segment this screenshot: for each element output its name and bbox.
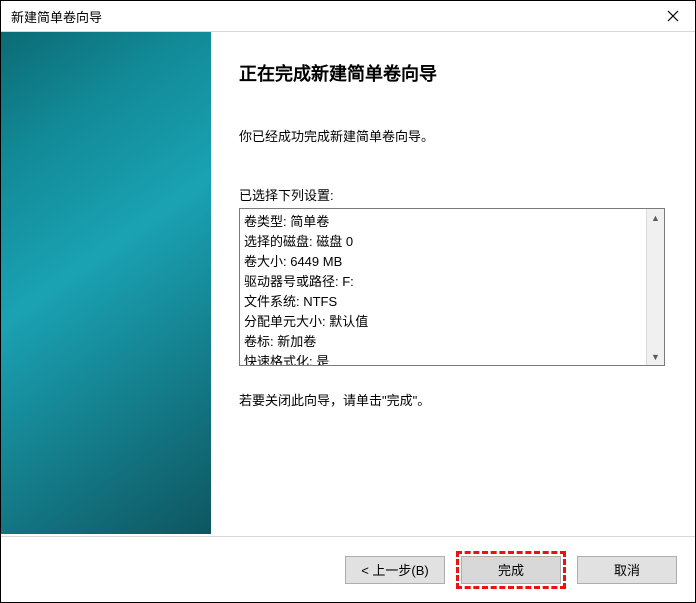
close-button[interactable]	[651, 1, 695, 31]
scroll-down-icon[interactable]: ▼	[647, 348, 664, 365]
setting-row: 卷大小: 6449 MB	[244, 252, 642, 272]
setting-row: 快速格式化: 是	[244, 352, 642, 365]
settings-list: 卷类型: 简单卷 选择的磁盘: 磁盘 0 卷大小: 6449 MB 驱动器号或路…	[240, 209, 646, 365]
setting-row: 文件系统: NTFS	[244, 292, 642, 312]
close-icon	[667, 10, 679, 22]
setting-row: 分配单元大小: 默认值	[244, 312, 642, 332]
wizard-main: 正在完成新建简单卷向导 你已经成功完成新建简单卷向导。 已选择下列设置: 卷类型…	[211, 32, 695, 534]
wizard-window: 新建简单卷向导 正在完成新建简单卷向导 你已经成功完成新建简单卷向导。 已选择下…	[0, 0, 696, 603]
window-title: 新建简单卷向导	[11, 7, 651, 26]
selected-settings-label: 已选择下列设置:	[239, 185, 665, 204]
closing-instruction: 若要关闭此向导，请单击"完成"。	[239, 390, 665, 409]
setting-row: 卷标: 新加卷	[244, 332, 642, 352]
back-button[interactable]: < 上一步(B)	[345, 556, 445, 584]
wizard-sidebar-image	[1, 32, 211, 534]
wizard-body: 正在完成新建简单卷向导 你已经成功完成新建简单卷向导。 已选择下列设置: 卷类型…	[1, 32, 695, 534]
settings-scrollbar[interactable]: ▲ ▼	[646, 209, 664, 365]
wizard-footer: < 上一步(B) 完成 取消	[1, 536, 695, 602]
cancel-button[interactable]: 取消	[577, 556, 677, 584]
page-heading: 正在完成新建简单卷向导	[239, 60, 665, 86]
setting-row: 驱动器号或路径: F:	[244, 272, 642, 292]
completed-message: 你已经成功完成新建简单卷向导。	[239, 126, 665, 145]
settings-box: 卷类型: 简单卷 选择的磁盘: 磁盘 0 卷大小: 6449 MB 驱动器号或路…	[239, 208, 665, 366]
scroll-up-icon[interactable]: ▲	[647, 209, 664, 226]
finish-button[interactable]: 完成	[461, 556, 561, 584]
setting-row: 卷类型: 简单卷	[244, 212, 642, 232]
setting-row: 选择的磁盘: 磁盘 0	[244, 232, 642, 252]
titlebar: 新建简单卷向导	[1, 1, 695, 32]
